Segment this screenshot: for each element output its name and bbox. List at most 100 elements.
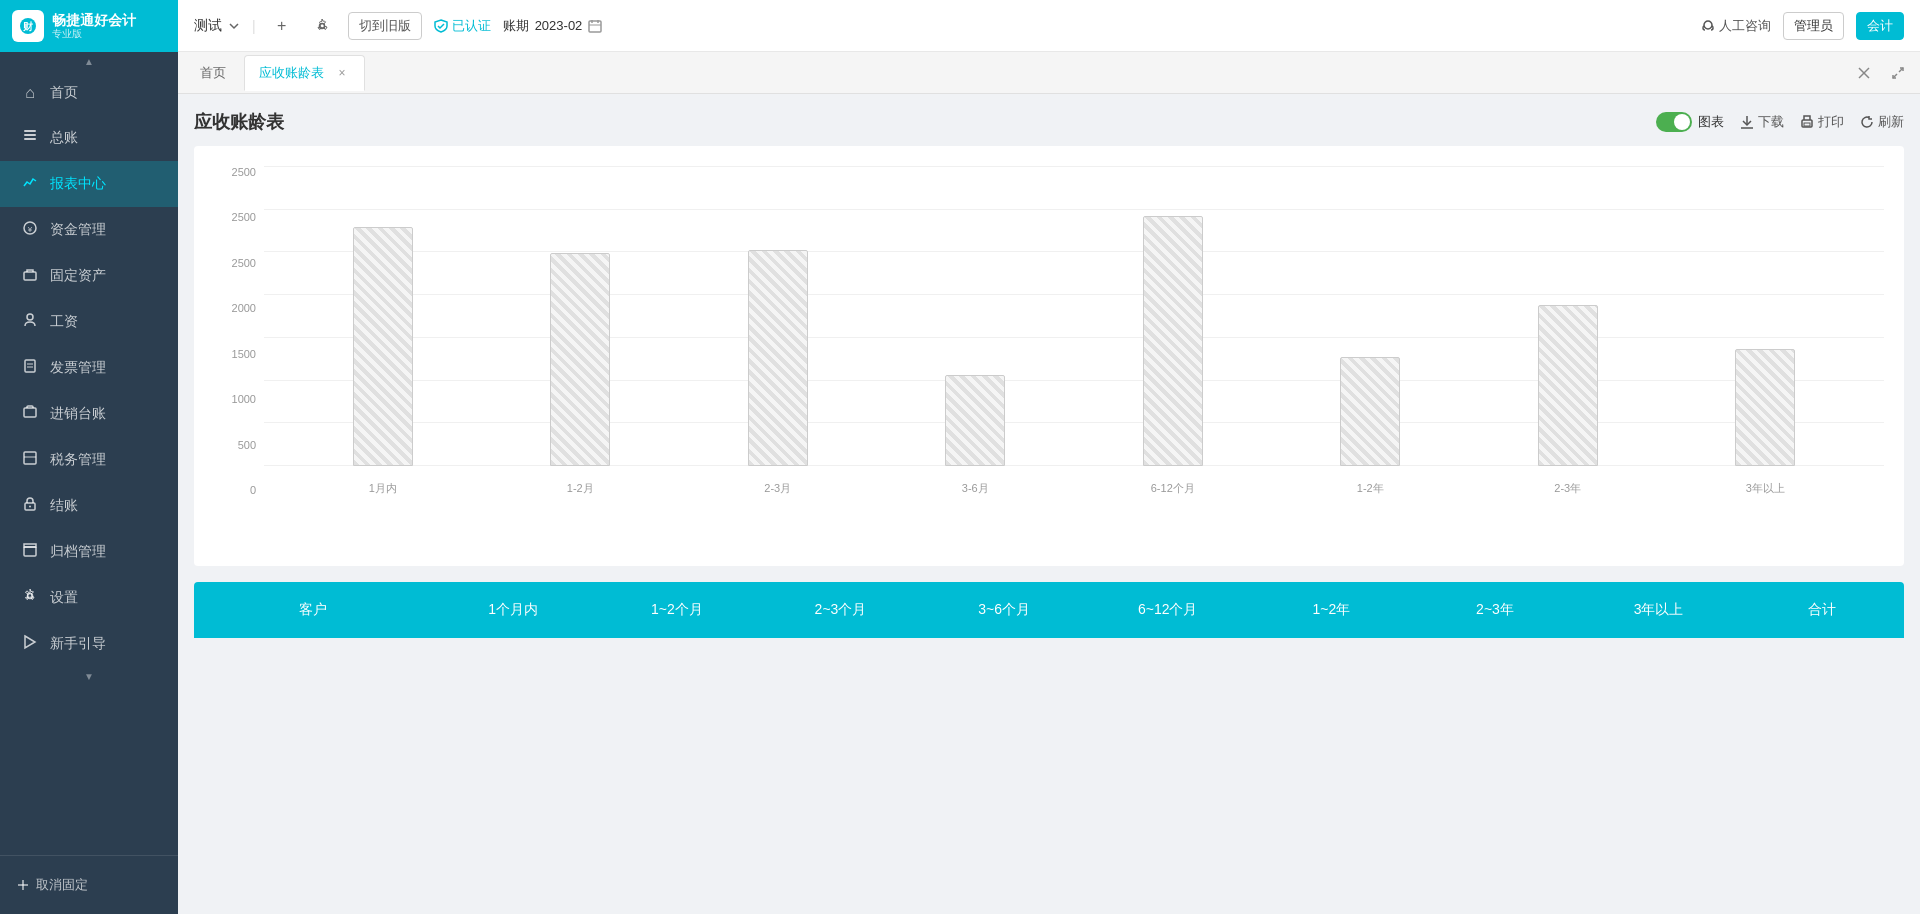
chart-toggle-label: 图表: [1698, 113, 1724, 131]
sidebar-item-sales[interactable]: 进销台账: [0, 391, 178, 437]
sidebar-item-funds[interactable]: ¥ 资金管理: [0, 207, 178, 253]
chart-bar-5: [1340, 357, 1400, 466]
sidebar-item-home[interactable]: ⌂ 首页: [0, 71, 178, 115]
manager-btn[interactable]: 管理员: [1783, 12, 1844, 40]
table-header-col-9: 合计: [1740, 601, 1904, 619]
tab-home[interactable]: 首页: [186, 55, 240, 91]
table-header-col-3: 2~3个月: [759, 601, 923, 619]
app-name: 畅捷通好会计: [52, 12, 136, 29]
bars-container: [264, 166, 1884, 466]
logo-text: 畅捷通好会计 专业版: [52, 12, 136, 41]
x-label-3: 3-6月: [945, 481, 1005, 496]
refresh-icon: [1860, 115, 1874, 129]
sidebar-item-reports[interactable]: 报表中心: [0, 161, 178, 207]
x-label-7: 3年以上: [1735, 481, 1795, 496]
sidebar-item-invoices[interactable]: 发票管理: [0, 345, 178, 391]
y-label-5: 1000: [232, 393, 256, 405]
funds-icon: ¥: [20, 220, 40, 240]
close-icon: [1857, 66, 1871, 80]
accountant-btn[interactable]: 会计: [1856, 12, 1904, 40]
download-label: 下载: [1758, 113, 1784, 131]
refresh-btn[interactable]: 刷新: [1860, 113, 1904, 131]
sidebar-label-invoices: 发票管理: [50, 359, 106, 377]
sidebar-label-ledger: 总账: [50, 129, 78, 147]
app-edition: 专业版: [52, 28, 136, 40]
svg-point-16: [29, 506, 31, 508]
sidebar-bottom: 取消固定: [0, 855, 178, 914]
topbar-divider-1: |: [252, 18, 256, 34]
help-label: 人工咨询: [1719, 17, 1771, 35]
scroll-down-indicator: ▼: [0, 667, 178, 686]
chart-container: 2500 2500 2500 2000 1500 1000 500 0: [194, 146, 1904, 566]
x-label-2: 2-3月: [748, 481, 808, 496]
table-header: 客户1个月内1~2个月2~3个月3~6个月6~12个月1~2年2~3年3年以上合…: [194, 582, 1904, 638]
svg-rect-2: [24, 130, 36, 132]
chart-bar-2: [748, 250, 808, 466]
svg-point-28: [1704, 21, 1712, 29]
main-content: 测试 | + 切到旧版 已认证 账期 2023-02 人工咨询 管理员 会计: [178, 0, 1920, 914]
svg-rect-3: [24, 134, 36, 136]
sidebar: 财 畅捷通好会计 专业版 ▲ ⌂ 首页 总账 报表中心 ¥: [0, 0, 178, 914]
print-label: 打印: [1818, 113, 1844, 131]
chevron-down-icon: [228, 20, 240, 32]
chart-toggle[interactable]: [1656, 112, 1692, 132]
ledger-icon: [20, 128, 40, 148]
table-header-col-6: 1~2年: [1250, 601, 1414, 619]
sidebar-nav: ▲ ⌂ 首页 总账 报表中心 ¥ 资金管理 固定资产: [0, 52, 178, 855]
download-btn[interactable]: 下载: [1740, 113, 1784, 131]
y-label-1: 2500: [232, 211, 256, 223]
table-header-col-5: 6~12个月: [1086, 601, 1250, 619]
archive-icon: [20, 542, 40, 562]
add-company-btn[interactable]: +: [268, 12, 296, 40]
scroll-up-indicator: ▲: [0, 52, 178, 71]
sidebar-item-wages[interactable]: 工资: [0, 299, 178, 345]
print-btn[interactable]: 打印: [1800, 113, 1844, 131]
sidebar-item-assets[interactable]: 固定资产: [0, 253, 178, 299]
svg-rect-4: [24, 138, 36, 140]
closing-icon: [20, 496, 40, 516]
sidebar-item-guide[interactable]: 新手引导: [0, 621, 178, 667]
report-actions: 图表 下载 打印 刷新: [1656, 112, 1904, 132]
sidebar-item-ledger[interactable]: 总账: [0, 115, 178, 161]
gear-icon: [314, 18, 330, 34]
calendar-icon[interactable]: [588, 19, 602, 33]
tab-aging-report[interactable]: 应收账龄表 ×: [244, 55, 365, 91]
y-label-3: 2000: [232, 302, 256, 314]
table-header-col-2: 1~2个月: [595, 601, 759, 619]
sidebar-logo: 财 畅捷通好会计 专业版: [0, 0, 178, 52]
sidebar-item-settings[interactable]: 设置: [0, 575, 178, 621]
sidebar-label-archive: 归档管理: [50, 543, 106, 561]
sidebar-item-tax[interactable]: 税务管理: [0, 437, 178, 483]
sidebar-item-archive[interactable]: 归档管理: [0, 529, 178, 575]
sidebar-label-sales: 进销台账: [50, 405, 106, 423]
switch-old-version-btn[interactable]: 切到旧版: [348, 12, 422, 40]
company-name: 测试: [194, 17, 222, 35]
svg-rect-17: [24, 547, 36, 556]
tab-close-btn[interactable]: ×: [334, 65, 350, 81]
expand-btn[interactable]: [1884, 59, 1912, 87]
cancel-fixed-btn[interactable]: 取消固定: [0, 866, 178, 904]
tab-home-label: 首页: [200, 64, 226, 82]
shield-icon: [434, 19, 448, 33]
x-label-5: 1-2年: [1340, 481, 1400, 496]
sidebar-item-closing[interactable]: 结账: [0, 483, 178, 529]
settings-btn[interactable]: [308, 12, 336, 40]
sales-icon: [20, 404, 40, 424]
chart-toggle-container: 图表: [1656, 112, 1724, 132]
sidebar-label-home: 首页: [50, 84, 78, 102]
report-header: 应收账龄表 图表 下载 打印 刷新: [194, 110, 1904, 134]
download-icon: [1740, 115, 1754, 129]
customer-service-btn[interactable]: 人工咨询: [1701, 17, 1771, 35]
reports-icon: [20, 174, 40, 194]
expand-icon: [1891, 66, 1905, 80]
svg-text:¥: ¥: [27, 225, 33, 234]
close-window-btn[interactable]: [1850, 59, 1878, 87]
topbar-right: 人工咨询 管理员 会计: [1701, 12, 1904, 40]
x-label-1: 1-2月: [550, 481, 610, 496]
x-label-4: 6-12个月: [1143, 481, 1203, 496]
period-value: 2023-02: [535, 18, 583, 33]
guide-icon: [20, 634, 40, 654]
company-selector[interactable]: 测试: [194, 17, 240, 35]
sidebar-label-closing: 结账: [50, 497, 78, 515]
headset-icon: [1701, 19, 1715, 33]
